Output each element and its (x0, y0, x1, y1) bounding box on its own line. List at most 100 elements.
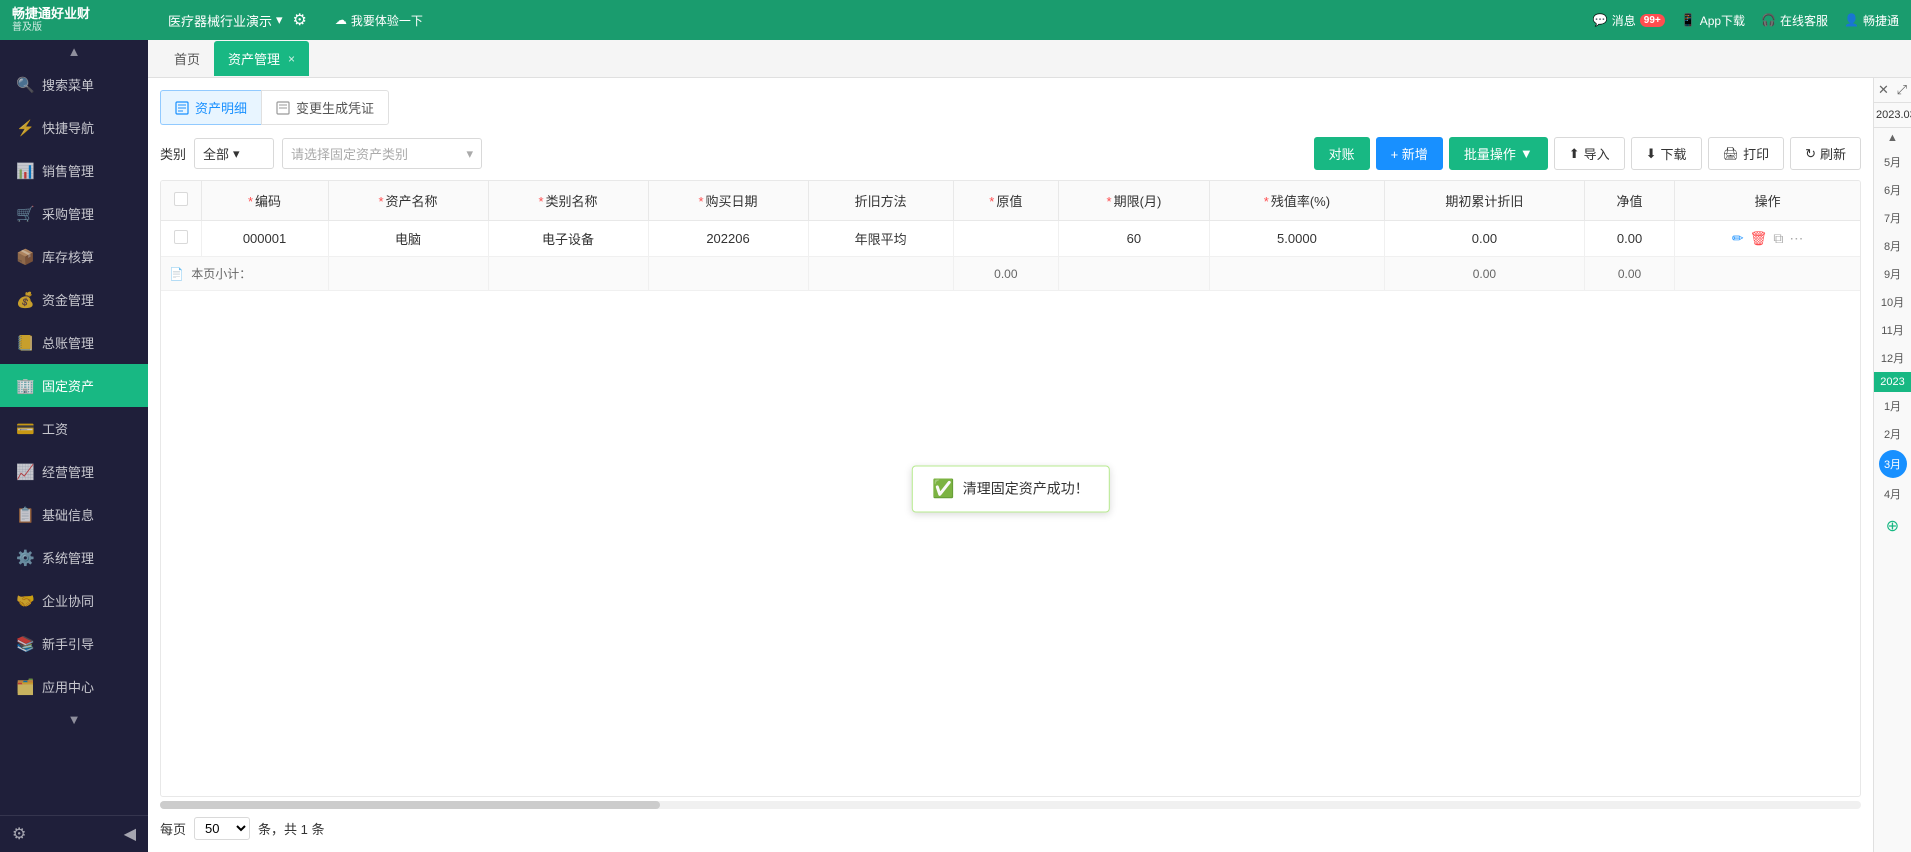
calendar-month-1[interactable]: 1月 (1874, 392, 1911, 420)
sidebar-item-inventory[interactable]: 📦 库存核算 (0, 235, 148, 278)
calendar-month-8[interactable]: 8月 (1874, 232, 1911, 260)
filter-asset-category-placeholder: 请选择固定资产类别 (291, 144, 408, 163)
sidebar-item-sales[interactable]: 📊 销售管理 (0, 149, 148, 192)
sidebar-item-operations[interactable]: 📈 经营管理 (0, 450, 148, 493)
sidebar-item-purchase[interactable]: 🛒 采购管理 (0, 192, 148, 235)
print-button[interactable]: 🖨 打印 (1708, 137, 1785, 170)
refresh-button[interactable]: ↻ 刷新 (1790, 137, 1861, 170)
reconcile-button[interactable]: 对账 (1314, 137, 1370, 170)
batch-ops-button[interactable]: 批量操作 ▼ (1449, 137, 1548, 170)
sidebar-scroll-up[interactable]: ▲ (0, 40, 148, 63)
tab-home[interactable]: 首页 (160, 41, 214, 76)
inventory-icon: 📦 (16, 248, 34, 266)
table-scrollbar-thumb[interactable] (160, 801, 660, 809)
subtotal-icon: 📄 (169, 267, 184, 281)
sidebar-item-ledger[interactable]: 📒 总账管理 (0, 321, 148, 364)
table-scrollbar[interactable] (160, 801, 1861, 809)
calendar-month-3-active[interactable]: 3月 (1879, 450, 1907, 478)
search-icon: 🔍 (16, 76, 34, 94)
operations-icon: 📈 (16, 463, 34, 481)
sub-tab-voucher-change-label: 变更生成凭证 (296, 98, 374, 117)
subtotal-row: 📄 本页小计： 0.00 0.00 (161, 257, 1860, 291)
ledger-icon: 📒 (16, 334, 34, 352)
more-icon[interactable]: ⋯ (1789, 230, 1803, 247)
sub-tab-asset-detail[interactable]: 资产明细 (160, 90, 261, 125)
row-initial-dep: 0.00 (1385, 221, 1585, 257)
calendar-month-7[interactable]: 7月 (1874, 204, 1911, 232)
copy-icon[interactable]: ⧉ (1773, 230, 1783, 247)
calendar-panel: ▲ 5月 6月 7月 8月 9月 10月 11月 12月 2023 1月 2月 … (1874, 128, 1911, 540)
filter-category-select[interactable]: 全部 ▾ (194, 138, 274, 169)
sidebar-item-system[interactable]: ⚙️ 系统管理 (0, 536, 148, 579)
per-page-select[interactable]: 50 10 20 100 (194, 817, 250, 840)
sidebar-item-finance[interactable]: 💰 资金管理 (0, 278, 148, 321)
th-name: *资产名称 (328, 181, 488, 221)
right-panel: ✕ ⤢ 2023.03 ▲ 5月 6月 7月 8月 9月 10月 11月 12月 (1873, 78, 1911, 852)
subtotal-net-value: 0.00 (1584, 257, 1674, 291)
success-message: 清理固定资产成功！ (963, 479, 1089, 499)
sidebar-item-label: 库存核算 (42, 247, 94, 266)
row-net-value: 0.00 (1584, 221, 1674, 257)
tab-close-icon[interactable]: × (288, 52, 295, 66)
calendar-month-10[interactable]: 10月 (1874, 288, 1911, 316)
calendar-up-nav[interactable]: ▲ (1874, 128, 1911, 148)
calendar-month-4[interactable]: 4月 (1874, 480, 1911, 508)
delete-icon[interactable]: 🗑 (1750, 230, 1768, 247)
sidebar-item-quick-nav[interactable]: ⚡ 快捷导航 (0, 106, 148, 149)
row-purchase-date: 202206 (648, 221, 808, 257)
filter-asset-category-input[interactable]: 请选择固定资产类别 ▾ (282, 138, 482, 169)
calendar-month-2[interactable]: 2月 (1874, 420, 1911, 448)
select-all-checkbox[interactable] (174, 192, 188, 206)
calendar-month-5[interactable]: 5月 (1874, 148, 1911, 176)
sidebar-item-payroll[interactable]: 💳 工资 (0, 407, 148, 450)
sidebar-item-cooperation[interactable]: 🤝 企业协同 (0, 579, 148, 622)
calendar-month-12[interactable]: 12月 (1874, 344, 1911, 372)
messages-btn[interactable]: 💬 消息 99+ (1593, 12, 1665, 29)
right-panel-top: ✕ ⤢ (1874, 78, 1911, 103)
calendar-month-6[interactable]: 6月 (1874, 176, 1911, 204)
tab-asset-management[interactable]: 资产管理 × (214, 41, 309, 76)
sidebar-item-label: 搜索菜单 (42, 75, 94, 94)
sub-tabs: 资产明细 变更生成凭证 (160, 90, 1861, 125)
sidebar-item-fixed-assets[interactable]: 🏢 固定资产 (0, 364, 148, 407)
company-selector[interactable]: 医疗器械行业演示 ▾ ⚙ (160, 10, 315, 30)
app-download-btn[interactable]: 📱 App下载 (1681, 12, 1745, 29)
sub-tab-voucher-change[interactable]: 变更生成凭证 (261, 90, 389, 125)
user-name: 畅捷通 (1863, 12, 1899, 29)
th-initial-dep: 期初累计折旧 (1385, 181, 1585, 221)
download-button[interactable]: ⬇ 下载 (1631, 137, 1702, 170)
edit-icon[interactable]: ✏ (1732, 230, 1744, 247)
calendar-month-9[interactable]: 9月 (1874, 260, 1911, 288)
sidebar-scroll-down[interactable]: ▼ (0, 708, 148, 731)
sidebar-collapse-btn[interactable]: ◀ (124, 824, 136, 844)
sidebar-settings-icon[interactable]: ⚙ (12, 824, 26, 844)
sidebar-item-basic-info[interactable]: 📋 基础信息 (0, 493, 148, 536)
user-menu[interactable]: 👤 畅捷通 (1844, 12, 1899, 29)
sidebar-item-guide[interactable]: 📚 新手引导 (0, 622, 148, 665)
new-button[interactable]: + 新增 (1376, 137, 1443, 170)
subtotal-empty-6 (1209, 257, 1384, 291)
row-checkbox[interactable] (174, 230, 188, 244)
calendar-down-nav[interactable]: ⊕ (1874, 512, 1911, 540)
online-service-btn[interactable]: 🎧 在线客服 (1761, 12, 1828, 29)
calendar-month-11[interactable]: 11月 (1874, 316, 1911, 344)
sidebar: ▲ 🔍 搜索菜单 ⚡ 快捷导航 📊 销售管理 🛒 采购管理 📦 库存核算 💰 资… (0, 40, 148, 852)
import-button[interactable]: ⬆ 导入 (1554, 137, 1625, 170)
total-label: 条，共 1 条 (258, 819, 324, 838)
sidebar-item-label: 应用中心 (42, 677, 94, 696)
chevron-down-icon: ▾ (276, 12, 283, 28)
expand-panel-icon[interactable]: ⤢ (1897, 82, 1907, 98)
sidebar-item-label: 采购管理 (42, 204, 94, 223)
sidebar-item-app-center[interactable]: 🗂️ 应用中心 (0, 665, 148, 708)
logo-area: 畅捷通好业财 普及版 (12, 6, 160, 34)
th-original-value: *原值 (953, 181, 1058, 221)
row-period: 60 (1058, 221, 1209, 257)
sidebar-item-label: 资金管理 (42, 290, 94, 309)
settings-icon[interactable]: ⚙ (293, 10, 307, 30)
sidebar-item-search[interactable]: 🔍 搜索菜单 (0, 63, 148, 106)
row-original-value (953, 221, 1058, 257)
th-depreciation-method: 折旧方法 (808, 181, 953, 221)
experience-button[interactable]: ☁ 我要体验一下 (335, 12, 423, 29)
calendar-bottom-circle[interactable]: ⊕ (1886, 516, 1899, 536)
close-panel-icon[interactable]: ✕ (1878, 82, 1889, 98)
